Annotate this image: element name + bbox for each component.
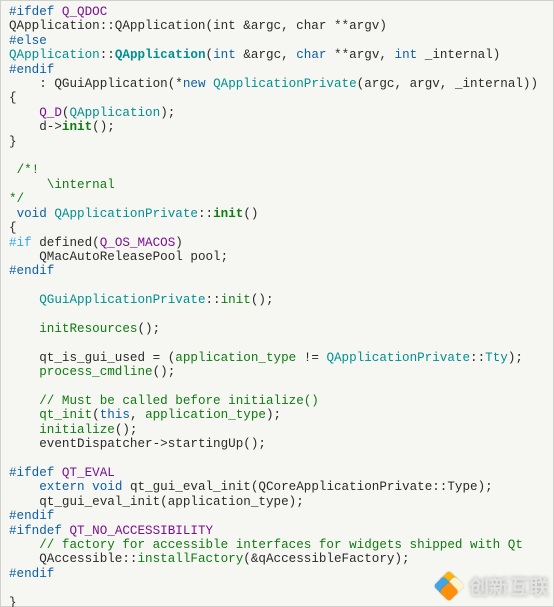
code-snippet-card: #ifdef Q_QDOC QApplication::QApplication… [0,0,554,607]
preproc-ifndef-acc: #ifndef [9,524,69,538]
line-mac-pool: QMacAutoReleasePool pool; [9,250,228,264]
source-code-block: #ifdef Q_QDOC QApplication::QApplication… [1,1,553,607]
line-ctor-decl-a: QApplication::QApplication(int &argc, ch… [9,19,387,33]
t-ctor: QApplication [115,48,206,62]
preproc-endif-1: #endif [9,63,54,77]
preproc-ifdef: #ifdef [9,5,62,19]
fn-init: init [213,207,243,221]
doc-comment-close: */ [9,192,24,206]
doc-comment-internal: \internal [9,178,115,192]
macro-qt-no-acc: QT_NO_ACCESSIBILITY [69,524,213,538]
comment-must-be-called: // Must be called before initialize() [9,394,319,408]
doc-comment-open: /*! [9,163,39,177]
preproc-endif-2: #endif [9,264,54,278]
macro-q-os-macos: Q_OS_MACOS [100,236,176,250]
t-class: QApplication [9,48,100,62]
preproc-endif-3: #endif [9,509,54,523]
preproc-else: #else [9,34,47,48]
comment-factory: // factory for accessible interfaces for… [9,538,523,552]
preproc-endif-4: #endif [9,567,54,581]
macro-q-qdoc: Q_QDOC [62,5,107,19]
preproc-if-defined-a: #if [9,236,39,250]
preproc-ifdef-eval: #ifdef [9,466,62,480]
macro-qt-eval: QT_EVAL [62,466,115,480]
